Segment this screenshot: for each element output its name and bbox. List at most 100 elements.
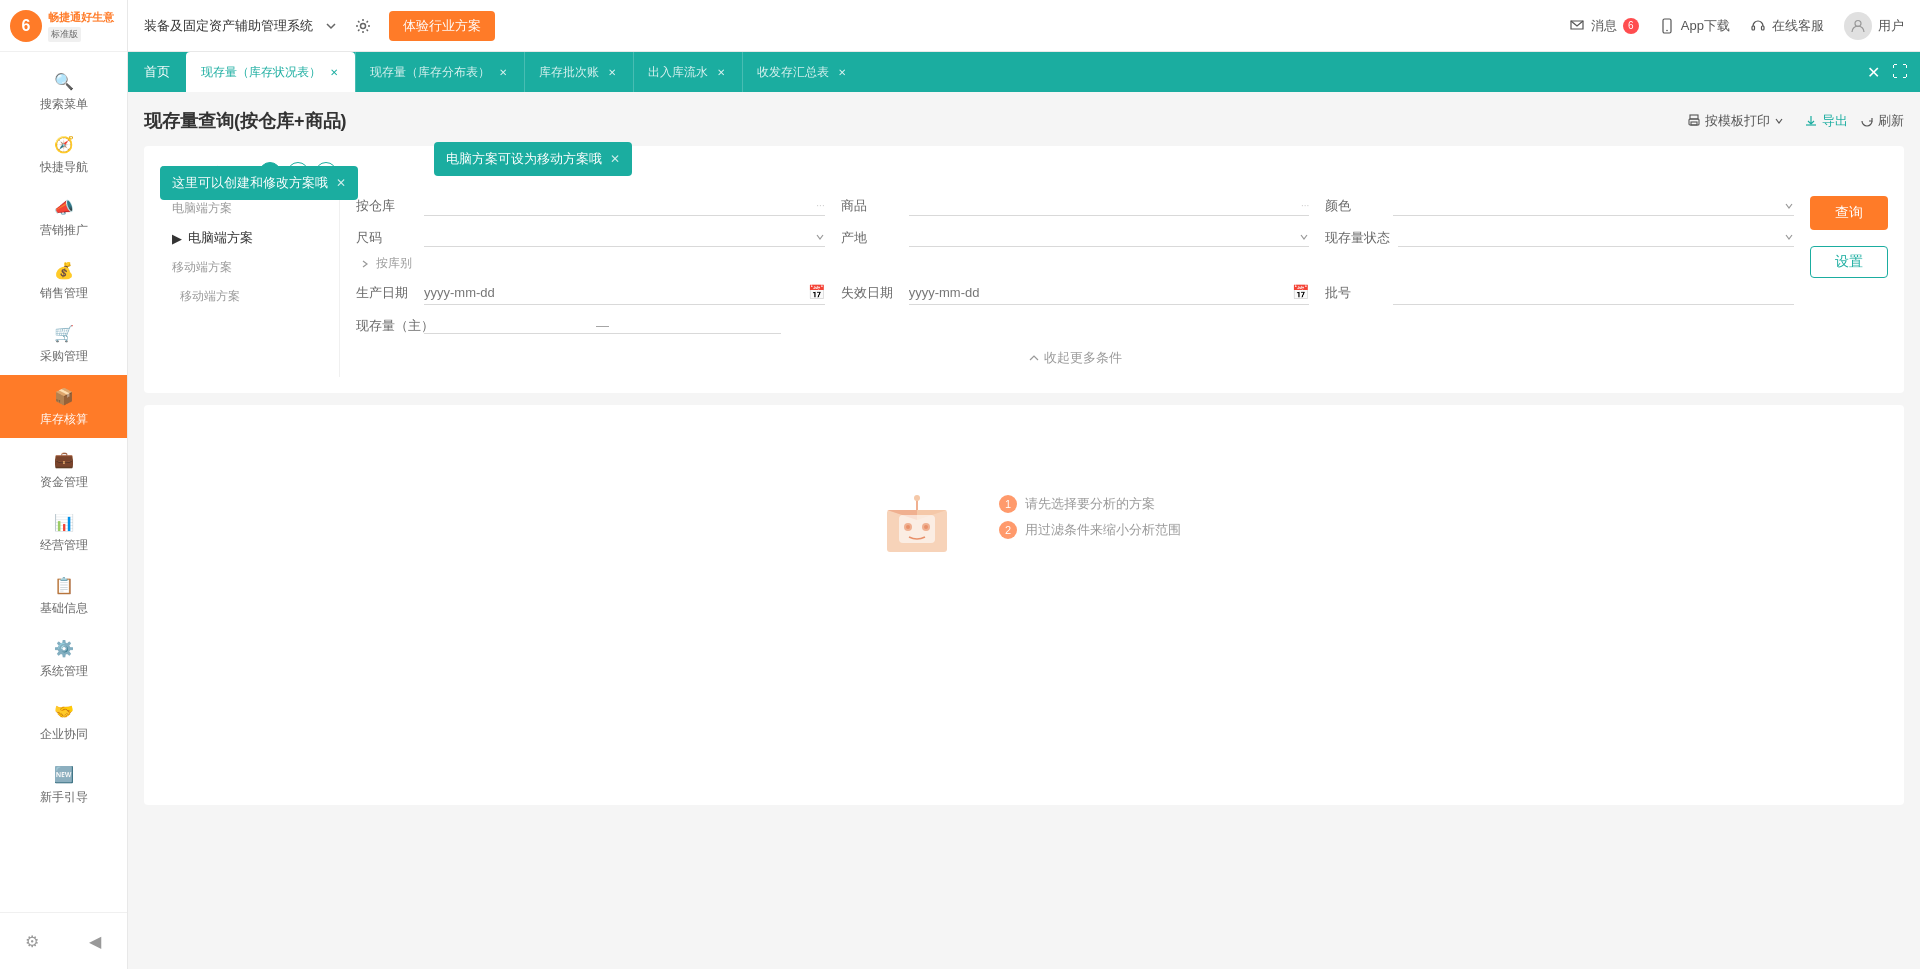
sidebar-menu: 🔍 搜索菜单 🧭 快捷导航 📣 营销推广 💰 销售管理 🛒 采购管理 📦 库存核… (0, 52, 127, 912)
sidebar-item-marketing[interactable]: 📣 营销推广 (0, 186, 127, 249)
logo-icon: 6 (10, 10, 42, 42)
exp-industry-button[interactable]: 体验行业方案 (389, 11, 495, 41)
edit-tooltip-text: 这里可以创建和修改方案哦 (172, 174, 328, 192)
empty-state: 1 请先选择要分析的方案 2 用过滤条件来缩小分析范围 (144, 405, 1904, 628)
color-select[interactable] (1393, 197, 1794, 216)
sidebar-item-ops[interactable]: 📊 经营管理 (0, 501, 127, 564)
tab-home[interactable]: 首页 (128, 52, 186, 92)
collab-icon: 🤝 (53, 700, 75, 722)
produce-date-input[interactable]: 📅 (424, 280, 825, 305)
step-1-text: 请先选择要分析的方案 (1025, 495, 1155, 513)
export-label: 导出 (1822, 112, 1848, 130)
close-all-tabs-icon[interactable]: ✕ (1867, 63, 1880, 82)
main-area: 装备及固定资产辅助管理系统 体验行业方案 消息 6 (128, 0, 1920, 969)
tab-inventory-dist[interactable]: 现存量（库存分布表） ✕ (355, 52, 524, 92)
stock-range-input[interactable]: — (424, 318, 781, 334)
sidebar-item-label: 销售管理 (40, 285, 88, 302)
sidebar-item-guide[interactable]: 🆕 新手引导 (0, 753, 127, 816)
sidebar-item-inventory[interactable]: 📦 库存核算 (0, 375, 127, 438)
support-button[interactable]: 在线客服 (1750, 17, 1824, 35)
data-table-area: 1 请先选择要分析的方案 2 用过滤条件来缩小分析范围 (144, 405, 1904, 805)
refresh-button[interactable]: 刷新 (1860, 112, 1904, 130)
empty-illustration (867, 465, 967, 568)
warehouse-select[interactable]: ··· (424, 196, 825, 216)
tab-in-out-flow[interactable]: 出入库流水 ✕ (633, 52, 742, 92)
pc-tooltip-close[interactable]: ✕ (610, 152, 620, 166)
goods-select[interactable]: ··· (909, 196, 1310, 216)
expire-date-input[interactable]: 📅 (909, 280, 1310, 305)
sidebar-item-label: 营销推广 (40, 222, 88, 239)
size-select[interactable] (424, 228, 825, 247)
sidebar-bottom: ⚙ ◀ (0, 912, 127, 969)
svg-point-0 (361, 23, 366, 28)
tab-received-summary[interactable]: 收发存汇总表 ✕ (742, 52, 863, 92)
header-settings-button[interactable] (349, 12, 377, 40)
sidebar-item-system[interactable]: ⚙️ 系统管理 (0, 627, 127, 690)
tab-close-inventory-status[interactable]: ✕ (327, 65, 341, 79)
filter-fields: 按仓库 ··· 商品 ··· (340, 196, 1794, 377)
collapse-sidebar-button[interactable]: ◀ (79, 925, 111, 957)
query-button[interactable]: 查询 (1810, 196, 1888, 230)
edit-tooltip-close[interactable]: ✕ (336, 176, 346, 190)
filter-buttons: 查询 设置 (1794, 196, 1888, 377)
batch-input[interactable] (1393, 281, 1794, 305)
scheme-item-mobile[interactable]: 移动端方案 (160, 280, 339, 313)
range-separator: — (596, 318, 609, 333)
setup-button[interactable]: 设置 (1810, 246, 1888, 278)
print-button[interactable]: 按模板打印 (1679, 108, 1792, 134)
sidebar-item-sales[interactable]: 💰 销售管理 (0, 249, 127, 312)
sidebar-item-basic[interactable]: 📋 基础信息 (0, 564, 127, 627)
stock-to-input[interactable] (613, 318, 781, 333)
pc-scheme-tooltip: 电脑方案可设为移动方案哦 ✕ (434, 142, 632, 176)
sidebar-item-label: 资金管理 (40, 474, 88, 491)
headset-icon (1750, 18, 1766, 34)
sidebar-item-collab[interactable]: 🤝 企业协同 (0, 690, 127, 753)
tab-inventory-status[interactable]: 现存量（库存状况表） ✕ (186, 52, 355, 92)
header-right: 消息 6 App下载 在线客服 (1569, 12, 1904, 40)
tab-bar: 首页 现存量（库存状况表） ✕ 现存量（库存分布表） ✕ 库存批次账 ✕ 出入库… (128, 52, 1920, 92)
tab-batch-ledger[interactable]: 库存批次账 ✕ (524, 52, 633, 92)
finance-icon: 💼 (53, 448, 75, 470)
avatar (1844, 12, 1872, 40)
sidebar-item-purchase[interactable]: 🛒 采购管理 (0, 312, 127, 375)
sidebar-item-search[interactable]: 🔍 搜索菜单 (0, 60, 127, 123)
tab-close-batch-ledger[interactable]: ✕ (605, 65, 619, 79)
message-button[interactable]: 消息 6 (1569, 17, 1639, 35)
sidebar-item-finance[interactable]: 💼 资金管理 (0, 438, 127, 501)
color-field: 颜色 (1325, 197, 1794, 216)
settings-button[interactable]: ⚙ (16, 925, 48, 957)
system-dropdown[interactable] (325, 20, 337, 32)
pc-tooltip-text: 电脑方案可设为移动方案哦 (446, 150, 602, 168)
expand-icon[interactable]: ⛶ (1892, 63, 1908, 81)
arrow-right-icon (360, 259, 370, 269)
scheme-item-pc[interactable]: ▶ 电脑端方案 (160, 221, 339, 255)
app-download-button[interactable]: App下载 (1659, 17, 1730, 35)
tab-close-received-summary[interactable]: ✕ (835, 65, 849, 79)
tab-close-inventory-dist[interactable]: ✕ (496, 65, 510, 79)
filter-row-4: 现存量（主） — (356, 317, 1794, 335)
svg-rect-4 (1762, 26, 1765, 30)
expire-date-text[interactable] (909, 285, 1293, 300)
filter-header: 按以下方案查询 + ⊕ ← 电脑方案可设为移动方案哦 ✕ (160, 162, 1888, 184)
collapse-conditions-button[interactable]: 收起更多条件 (356, 339, 1794, 377)
stock-from-input[interactable] (424, 318, 592, 333)
expire-date-field: 失效日期 📅 (841, 280, 1310, 305)
support-label: 在线客服 (1772, 17, 1824, 35)
goods-label: 商品 (841, 197, 901, 215)
user-menu[interactable]: 用户 (1844, 12, 1904, 40)
export-button[interactable]: 导出 (1804, 112, 1848, 130)
logo-text: 畅捷通好生意 标准版 (48, 10, 114, 42)
tab-label: 库存批次账 (539, 64, 599, 81)
expire-calendar-icon[interactable]: 📅 (1292, 284, 1309, 300)
tab-close-in-out-flow[interactable]: ✕ (714, 65, 728, 79)
calendar-icon[interactable]: 📅 (808, 284, 825, 300)
stock-status-select[interactable] (1398, 228, 1794, 247)
page-title: 现存量查询(按仓库+商品) (144, 109, 347, 133)
sidebar-item-label: 基础信息 (40, 600, 88, 617)
sidebar-item-nav[interactable]: 🧭 快捷导航 (0, 123, 127, 186)
produce-date-text[interactable] (424, 285, 808, 300)
mobile-icon (1659, 18, 1675, 34)
svg-point-16 (914, 495, 920, 501)
origin-select[interactable] (909, 228, 1310, 247)
svg-rect-3 (1752, 26, 1755, 30)
